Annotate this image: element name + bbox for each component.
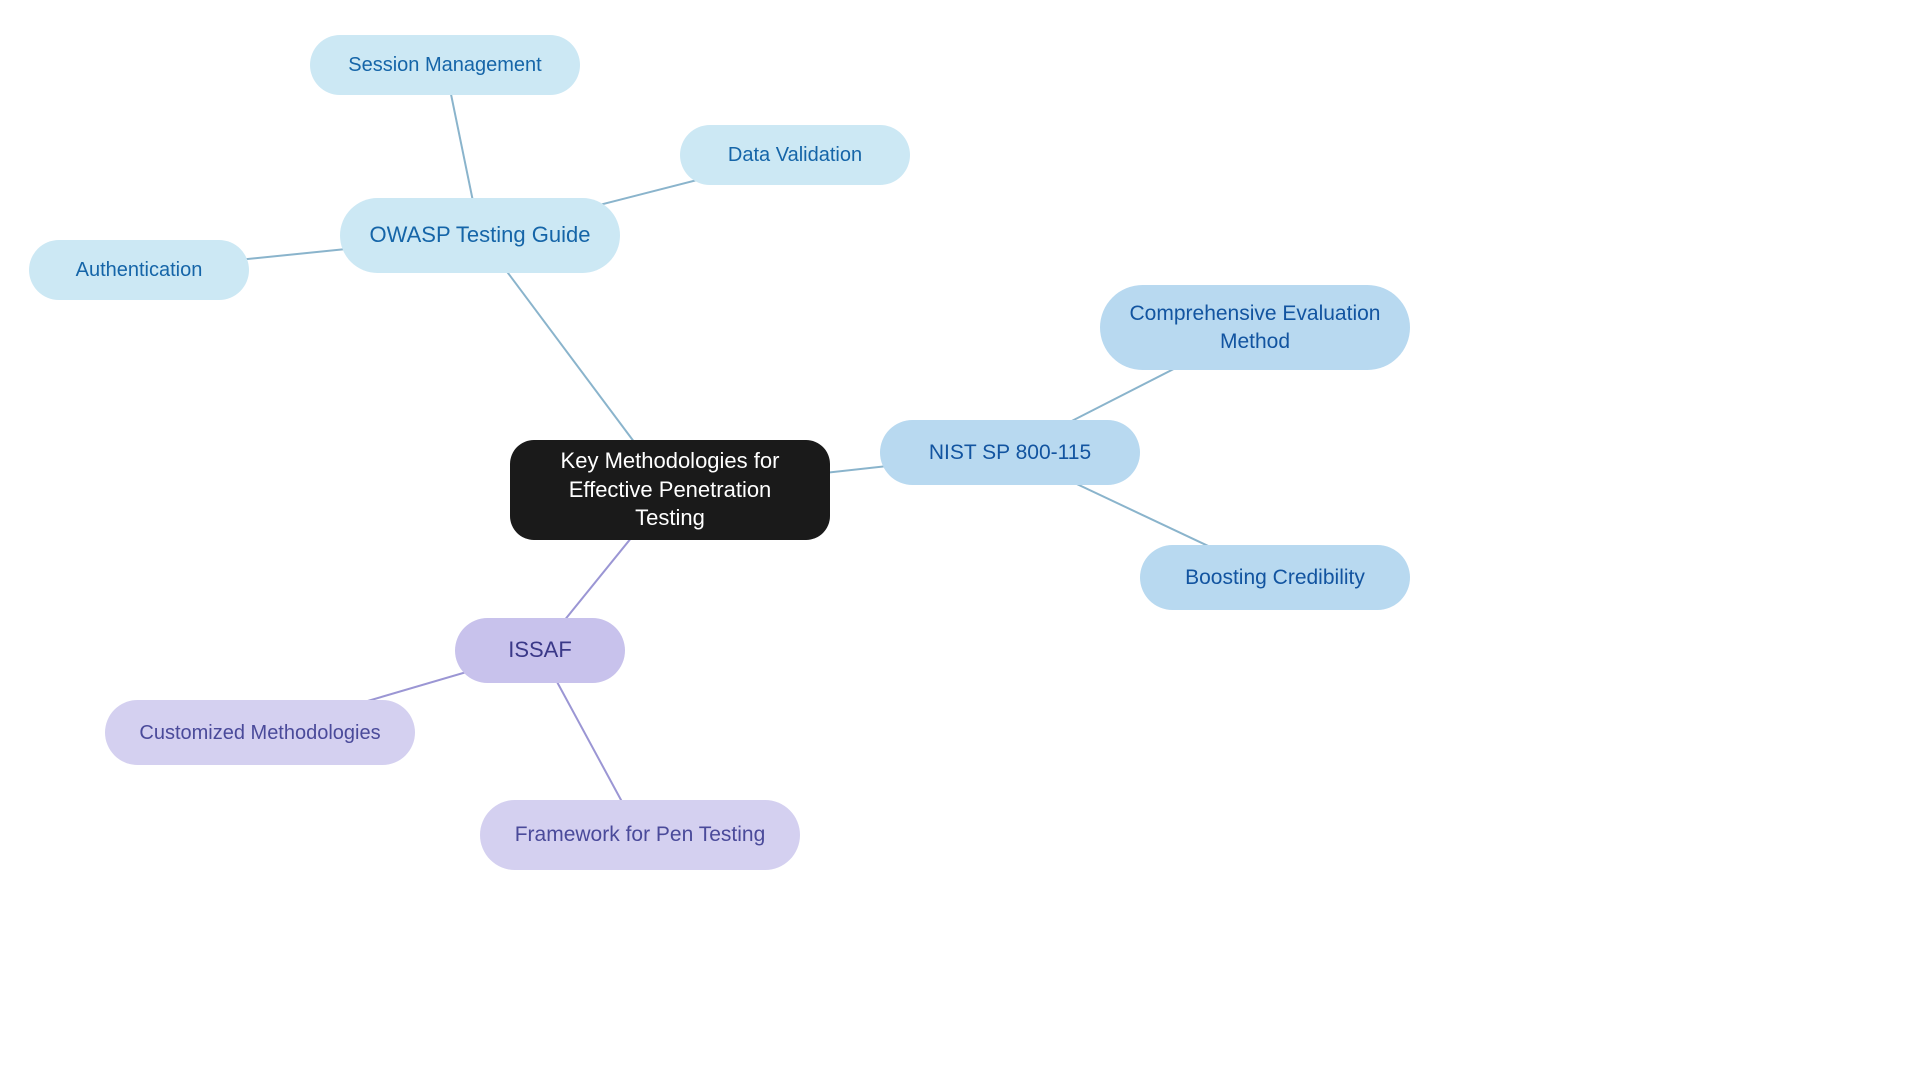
- comprehensive-node: Comprehensive Evaluation Method: [1100, 285, 1410, 370]
- issaf-node: ISSAF: [455, 618, 625, 683]
- customized-methodologies-node: Customized Methodologies: [105, 700, 415, 765]
- center-node: Key Methodologies for Effective Penetrat…: [510, 440, 830, 540]
- owasp-label: OWASP Testing Guide: [370, 221, 591, 250]
- nist-label: NIST SP 800-115: [929, 439, 1091, 466]
- data-validation-label: Data Validation: [728, 142, 862, 168]
- comprehensive-label: Comprehensive Evaluation Method: [1130, 300, 1381, 355]
- authentication-label: Authentication: [76, 257, 203, 283]
- owasp-node: OWASP Testing Guide: [340, 198, 620, 273]
- customized-methodologies-label: Customized Methodologies: [139, 720, 380, 746]
- nist-node: NIST SP 800-115: [880, 420, 1140, 485]
- framework-pen-testing-label: Framework for Pen Testing: [515, 821, 766, 848]
- boosting-credibility-label: Boosting Credibility: [1185, 564, 1365, 591]
- data-validation-node: Data Validation: [680, 125, 910, 185]
- boosting-credibility-node: Boosting Credibility: [1140, 545, 1410, 610]
- session-management-node: Session Management: [310, 35, 580, 95]
- authentication-node: Authentication: [29, 240, 249, 300]
- center-label: Key Methodologies for Effective Penetrat…: [534, 447, 806, 533]
- framework-pen-testing-node: Framework for Pen Testing: [480, 800, 800, 870]
- issaf-label: ISSAF: [508, 636, 572, 665]
- session-management-label: Session Management: [348, 52, 541, 78]
